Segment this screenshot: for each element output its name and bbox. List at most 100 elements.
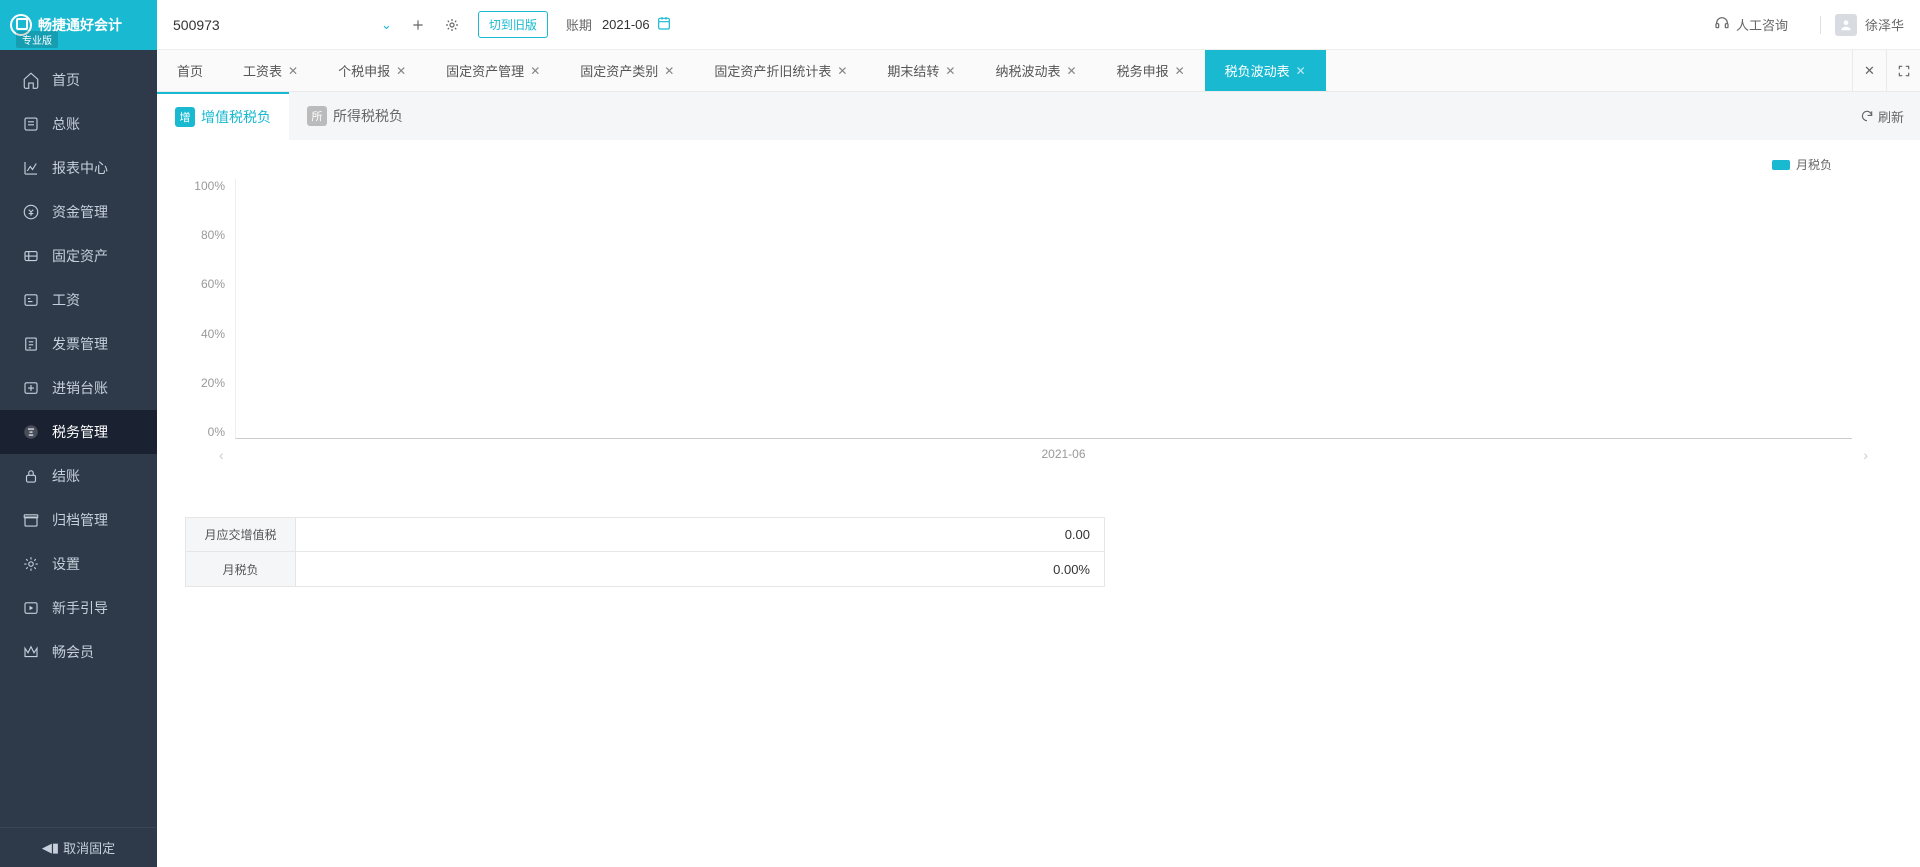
switch-old-version-button[interactable]: 切到旧版: [478, 11, 548, 38]
tab-income-tax[interactable]: 个税申报 ✕: [318, 50, 426, 91]
sidebar-item-salary[interactable]: 工资: [0, 278, 157, 322]
tab-label: 固定资产类别: [580, 61, 658, 80]
content: 月税负 100% 80% 60% 40% 20% 0% ‹: [157, 140, 1920, 867]
tab-label: 个税申报: [338, 61, 390, 80]
legend-label: 月税负: [1796, 156, 1832, 173]
sidebar-item-label: 总账: [52, 114, 80, 134]
tab-depreciation[interactable]: 固定资产折旧统计表 ✕: [694, 50, 867, 91]
fullscreen-button[interactable]: [1886, 50, 1920, 91]
sidebar-item-reports[interactable]: 报表中心: [0, 146, 157, 190]
prev-period-button[interactable]: ‹: [219, 447, 224, 463]
support-button[interactable]: 人工咨询: [1714, 15, 1788, 34]
sidebar-item-home[interactable]: 首页: [0, 58, 157, 102]
tab-home[interactable]: 首页: [157, 50, 223, 91]
sidebar-item-member[interactable]: 畅会员: [0, 630, 157, 674]
tab-label: 纳税波动表: [995, 61, 1060, 80]
user-name: 徐泽华: [1865, 15, 1904, 34]
unpin-button[interactable]: ◀▮ 取消固定: [0, 827, 157, 867]
sidebar-item-closing[interactable]: 结账: [0, 454, 157, 498]
y-tick: 40%: [201, 327, 225, 341]
unpin-label: 取消固定: [63, 838, 115, 857]
tab-assets-mgmt[interactable]: 固定资产管理✕: [426, 50, 560, 91]
sidebar-item-label: 进销台账: [52, 378, 108, 398]
sidebar-item-settings[interactable]: 设置: [0, 542, 157, 586]
sidebar-item-label: 发票管理: [52, 334, 108, 354]
sidebar-item-funds[interactable]: 资金管理: [0, 190, 157, 234]
tab-tax-burden[interactable]: 税负波动表✕: [1205, 50, 1326, 91]
sidebar-item-label: 新手引导: [52, 598, 108, 618]
subtab-income[interactable]: 所 所得税税负: [289, 92, 421, 140]
summary-table: 月应交增值税 0.00 月税负 0.00%: [185, 517, 1105, 587]
sidebar-item-label: 畅会员: [52, 642, 94, 662]
y-tick: 0%: [208, 425, 225, 439]
sidebar-item-inout[interactable]: 进销台账: [0, 366, 157, 410]
period-label: 账期: [566, 15, 592, 34]
user-menu[interactable]: 徐泽华: [1835, 14, 1904, 36]
add-button[interactable]: [410, 17, 426, 33]
legend: 月税负: [185, 156, 1892, 173]
row-label: 月税负: [186, 552, 296, 586]
tab-label: 期末结转: [887, 61, 939, 80]
headset-icon: [1714, 15, 1730, 34]
y-tick: 100%: [194, 179, 225, 193]
topbar: ⌄ 切到旧版 账期 2021-06 人工咨询 徐泽华: [157, 0, 1920, 50]
close-icon[interactable]: ✕: [1296, 64, 1306, 78]
avatar: [1835, 14, 1857, 36]
vat-icon: 增: [175, 107, 195, 127]
close-icon[interactable]: ✕: [1175, 64, 1185, 78]
sidebar-item-ledger[interactable]: 总账: [0, 102, 157, 146]
table-row: 月税负 0.00%: [186, 552, 1104, 586]
calendar-icon[interactable]: [656, 15, 672, 34]
settings-button[interactable]: [444, 17, 460, 33]
sidebar-item-tax[interactable]: 税务管理: [0, 410, 157, 454]
close-icon[interactable]: ✕: [530, 64, 540, 78]
tax-icon: [22, 423, 40, 441]
tab-label: 固定资产折旧统计表: [714, 61, 831, 80]
main: ⌄ 切到旧版 账期 2021-06 人工咨询 徐泽华 首页 工资表 ✕ 个税申报 ✕: [157, 0, 1920, 867]
y-axis: 100% 80% 60% 40% 20% 0%: [185, 179, 235, 439]
invoice-icon: [22, 335, 40, 353]
sidebar-item-label: 固定资产: [52, 246, 108, 266]
close-icon[interactable]: ✕: [1067, 64, 1077, 78]
sidebar-item-guide[interactable]: 新手引导: [0, 586, 157, 630]
refresh-button[interactable]: 刷新: [1860, 107, 1904, 126]
sidebar-item-archive[interactable]: 归档管理: [0, 498, 157, 542]
next-period-button[interactable]: ›: [1863, 447, 1868, 463]
tab-tax-report[interactable]: 税务申报✕: [1097, 50, 1205, 91]
row-label: 月应交增值税: [186, 518, 296, 551]
home-icon: [22, 71, 40, 89]
tab-tax-wave[interactable]: 纳税波动表 ✕: [975, 50, 1096, 91]
archive-icon: [22, 511, 40, 529]
legend-swatch: [1772, 160, 1790, 170]
x-axis: ‹ 2021-06 ›: [235, 447, 1892, 461]
assets-icon: [22, 247, 40, 265]
close-icon[interactable]: ✕: [837, 64, 847, 78]
member-icon: [22, 643, 40, 661]
close-icon[interactable]: ✕: [945, 64, 955, 78]
sidebar-item-label: 工资: [52, 290, 80, 310]
tab-assets-cat[interactable]: 固定资产类别 ✕: [560, 50, 694, 91]
support-label: 人工咨询: [1736, 15, 1788, 34]
sidebar-item-invoice[interactable]: 发票管理: [0, 322, 157, 366]
y-tick: 60%: [201, 277, 225, 291]
x-tick: 2021-06: [1041, 447, 1085, 461]
close-icon[interactable]: ✕: [396, 64, 406, 78]
tab-salary[interactable]: 工资表 ✕: [223, 50, 318, 91]
guide-icon: [22, 599, 40, 617]
sidebar-item-label: 资金管理: [52, 202, 108, 222]
sidebar-item-label: 设置: [52, 554, 80, 574]
sidebar-item-label: 结账: [52, 466, 80, 486]
tab-period-close[interactable]: 期末结转 ✕: [867, 50, 975, 91]
chart: 月税负 100% 80% 60% 40% 20% 0% ‹: [185, 156, 1892, 461]
y-tick: 20%: [201, 376, 225, 390]
close-all-tabs-button[interactable]: ✕: [1852, 50, 1886, 91]
subtab-vat[interactable]: 增 增值税税负: [157, 92, 289, 140]
close-icon[interactable]: ✕: [288, 64, 298, 78]
tab-label: 工资表: [243, 61, 282, 80]
plot-area: [235, 179, 1852, 439]
sidebar-item-assets[interactable]: 固定资产: [0, 234, 157, 278]
close-icon[interactable]: ✕: [664, 64, 674, 78]
chevron-down-icon[interactable]: ⌄: [381, 17, 392, 33]
company-search-input[interactable]: [173, 11, 373, 39]
sidebar-item-label: 税务管理: [52, 422, 108, 442]
